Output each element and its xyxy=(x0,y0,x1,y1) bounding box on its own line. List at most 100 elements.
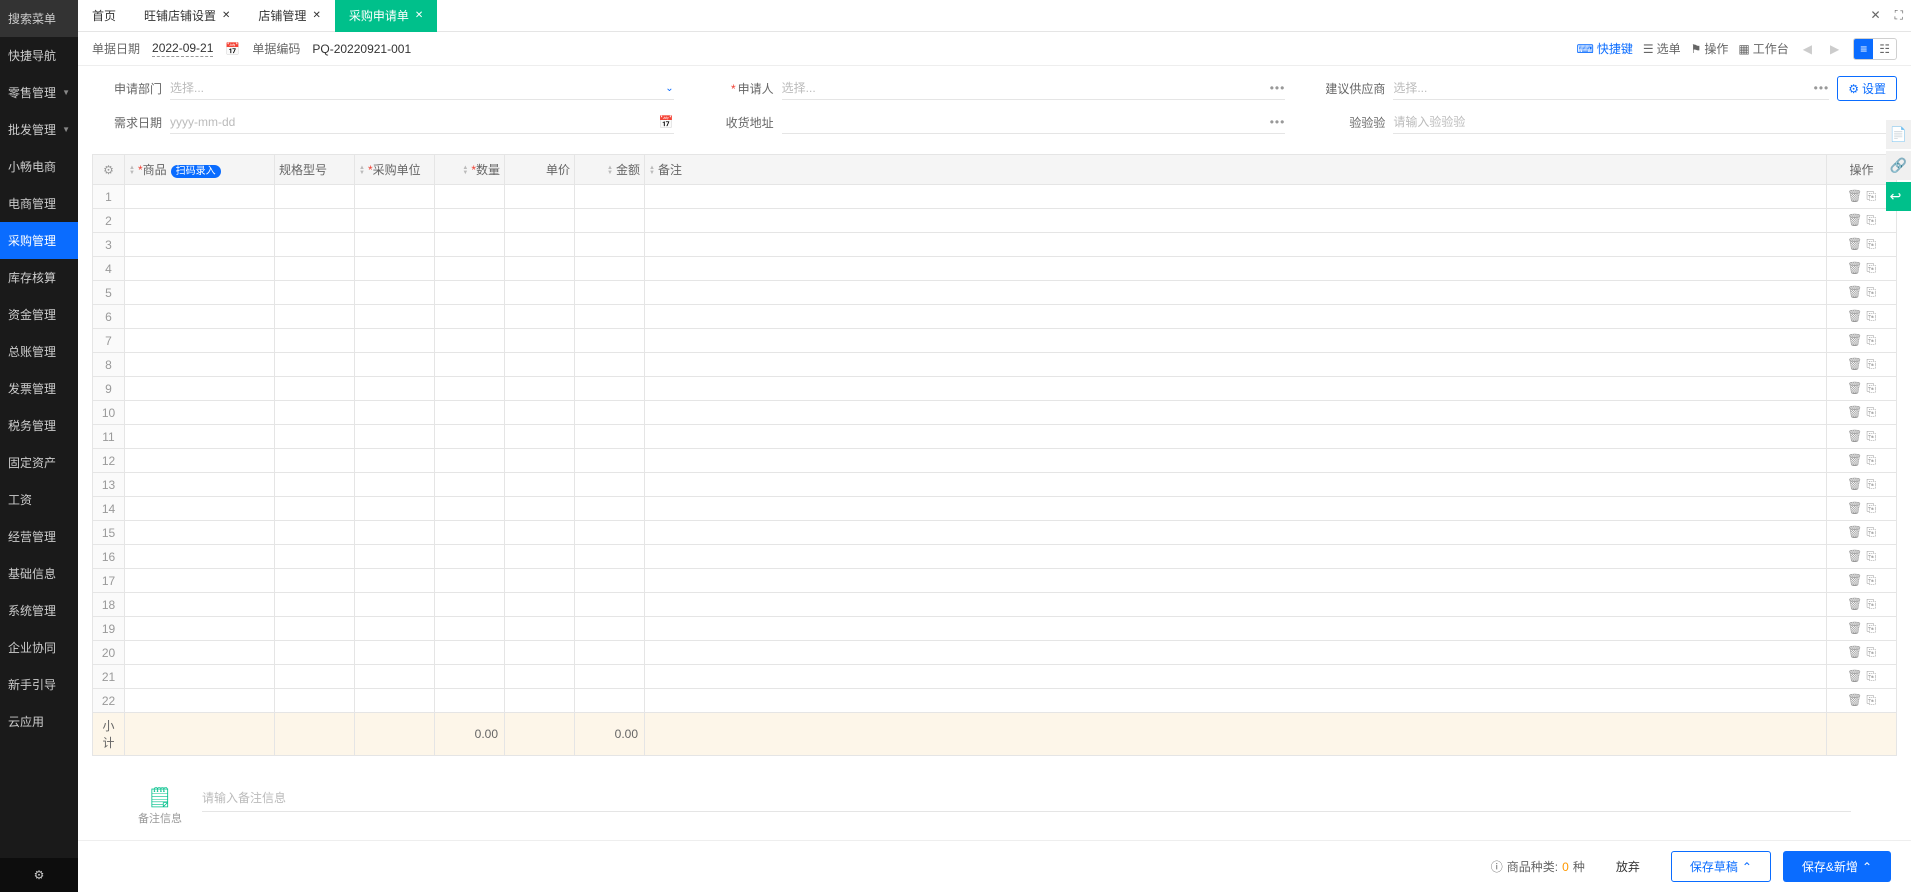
table-row[interactable]: 6🗑⎘ xyxy=(93,305,1897,329)
copy-icon[interactable]: ⎘ xyxy=(1866,405,1876,419)
supplier-input[interactable] xyxy=(1393,81,1813,95)
delete-icon[interactable]: 🗑 xyxy=(1847,573,1862,587)
sidebar-item-10[interactable]: 发票管理 xyxy=(0,370,78,407)
copy-icon[interactable]: ⎘ xyxy=(1866,453,1876,467)
delete-icon[interactable]: 🗑 xyxy=(1847,333,1862,347)
edge-tool-3[interactable]: ↩ xyxy=(1886,182,1911,211)
copy-icon[interactable]: ⎘ xyxy=(1866,189,1876,203)
calendar-icon[interactable]: 📅 xyxy=(659,115,674,129)
sidebar-item-9[interactable]: 总账管理 xyxy=(0,333,78,370)
table-row[interactable]: 4🗑⎘ xyxy=(93,257,1897,281)
tab-3[interactable]: 采购申请单✕ xyxy=(335,0,437,32)
copy-icon[interactable]: ⎘ xyxy=(1866,573,1876,587)
delete-icon[interactable]: 🗑 xyxy=(1847,285,1862,299)
table-row[interactable]: 18🗑⎘ xyxy=(93,593,1897,617)
sidebar-item-2[interactable]: 零售管理▼ xyxy=(0,74,78,111)
dept-input[interactable] xyxy=(170,81,665,95)
table-row[interactable]: 16🗑⎘ xyxy=(93,545,1897,569)
view-detail-icon[interactable]: ☷ xyxy=(1873,39,1896,59)
sidebar-item-0[interactable]: 搜索菜单 xyxy=(0,0,78,37)
copy-icon[interactable]: ⎘ xyxy=(1866,693,1876,707)
edge-tool-2[interactable]: 🔗 xyxy=(1886,151,1911,180)
address-input[interactable] xyxy=(782,115,1270,129)
col-settings[interactable]: ⚙ xyxy=(93,155,125,185)
demand-date-input[interactable] xyxy=(170,115,659,129)
delete-icon[interactable]: 🗑 xyxy=(1847,189,1862,203)
sidebar-settings[interactable]: ⚙ xyxy=(0,858,78,892)
copy-icon[interactable]: ⎘ xyxy=(1866,285,1876,299)
delete-icon[interactable]: 🗑 xyxy=(1847,549,1862,563)
copy-icon[interactable]: ⎘ xyxy=(1866,309,1876,323)
next-icon[interactable]: ▶ xyxy=(1826,42,1843,56)
table-row[interactable]: 19🗑⎘ xyxy=(93,617,1897,641)
table-row[interactable]: 2🗑⎘ xyxy=(93,209,1897,233)
sidebar-item-18[interactable]: 新手引导 xyxy=(0,666,78,703)
copy-icon[interactable]: ⎘ xyxy=(1866,261,1876,275)
table-row[interactable]: 10🗑⎘ xyxy=(93,401,1897,425)
table-row[interactable]: 15🗑⎘ xyxy=(93,521,1897,545)
delete-icon[interactable]: 🗑 xyxy=(1847,237,1862,251)
tabs-expand-icon[interactable]: ⛶ xyxy=(1891,4,1907,27)
calendar-icon[interactable]: 📅 xyxy=(225,42,240,56)
sidebar-item-7[interactable]: 库存核算 xyxy=(0,259,78,296)
table-row[interactable]: 9🗑⎘ xyxy=(93,377,1897,401)
col-qty[interactable]: ▲▼*数量 xyxy=(435,155,505,185)
more-icon[interactable]: ••• xyxy=(1270,115,1286,129)
delete-icon[interactable]: 🗑 xyxy=(1847,477,1862,491)
sidebar-item-15[interactable]: 基础信息 xyxy=(0,555,78,592)
delete-icon[interactable]: 🗑 xyxy=(1847,693,1862,707)
save-new-button[interactable]: 保存&新增⌃ xyxy=(1783,851,1891,882)
copy-icon[interactable]: ⎘ xyxy=(1866,501,1876,515)
tab-2[interactable]: 店铺管理✕ xyxy=(244,0,334,32)
sidebar-item-8[interactable]: 资金管理 xyxy=(0,296,78,333)
col-price[interactable]: 单价 xyxy=(505,155,575,185)
table-row[interactable]: 8🗑⎘ xyxy=(93,353,1897,377)
copy-icon[interactable]: ⎘ xyxy=(1866,549,1876,563)
copy-icon[interactable]: ⎘ xyxy=(1866,381,1876,395)
prev-icon[interactable]: ◀ xyxy=(1799,42,1816,56)
delete-icon[interactable]: 🗑 xyxy=(1847,501,1862,515)
copy-icon[interactable]: ⎘ xyxy=(1866,213,1876,227)
sidebar-item-3[interactable]: 批发管理▼ xyxy=(0,111,78,148)
delete-icon[interactable]: 🗑 xyxy=(1847,453,1862,467)
delete-icon[interactable]: 🗑 xyxy=(1847,621,1862,635)
chevron-down-icon[interactable]: ⌄ xyxy=(665,83,673,94)
col-product[interactable]: ▲▼*商品扫码录入 xyxy=(125,155,275,185)
sidebar-item-13[interactable]: 工资 xyxy=(0,481,78,518)
table-row[interactable]: 22🗑⎘ xyxy=(93,689,1897,713)
table-row[interactable]: 13🗑⎘ xyxy=(93,473,1897,497)
copy-icon[interactable]: ⎘ xyxy=(1866,333,1876,347)
remarks-input[interactable] xyxy=(202,785,1851,812)
delete-icon[interactable]: 🗑 xyxy=(1847,309,1862,323)
discard-button[interactable]: 放弃 xyxy=(1597,851,1659,882)
shortcut-link[interactable]: ⌨快捷键 xyxy=(1576,40,1632,57)
table-row[interactable]: 1🗑⎘ xyxy=(93,185,1897,209)
table-row[interactable]: 21🗑⎘ xyxy=(93,665,1897,689)
more-icon[interactable]: ••• xyxy=(1270,81,1286,95)
copy-icon[interactable]: ⎘ xyxy=(1866,669,1876,683)
sidebar-item-4[interactable]: 小畅电商 xyxy=(0,148,78,185)
select-doc-link[interactable]: ☰选单 xyxy=(1643,40,1681,57)
save-draft-button[interactable]: 保存草稿⌃ xyxy=(1671,851,1771,882)
delete-icon[interactable]: 🗑 xyxy=(1847,261,1862,275)
table-row[interactable]: 5🗑⎘ xyxy=(93,281,1897,305)
operation-link[interactable]: ⚑操作 xyxy=(1691,40,1729,57)
col-remark[interactable]: ▲▼备注 xyxy=(645,155,1827,185)
sidebar-item-19[interactable]: 云应用 xyxy=(0,703,78,740)
col-spec[interactable]: 规格型号 xyxy=(275,155,355,185)
sidebar-item-5[interactable]: 电商管理 xyxy=(0,185,78,222)
sidebar-item-14[interactable]: 经营管理 xyxy=(0,518,78,555)
view-compact-icon[interactable]: ≡ xyxy=(1854,39,1873,59)
copy-icon[interactable]: ⎘ xyxy=(1866,621,1876,635)
scan-badge[interactable]: 扫码录入 xyxy=(171,165,221,178)
sidebar-item-17[interactable]: 企业协同 xyxy=(0,629,78,666)
delete-icon[interactable]: 🗑 xyxy=(1847,597,1862,611)
copy-icon[interactable]: ⎘ xyxy=(1866,525,1876,539)
close-icon[interactable]: ✕ xyxy=(222,10,230,21)
settings-button[interactable]: ⚙设置 xyxy=(1837,76,1897,101)
delete-icon[interactable]: 🗑 xyxy=(1847,381,1862,395)
table-row[interactable]: 14🗑⎘ xyxy=(93,497,1897,521)
table-row[interactable]: 12🗑⎘ xyxy=(93,449,1897,473)
close-icon[interactable]: ✕ xyxy=(312,10,320,21)
tabs-close-all-icon[interactable]: ✕ xyxy=(1867,4,1885,27)
